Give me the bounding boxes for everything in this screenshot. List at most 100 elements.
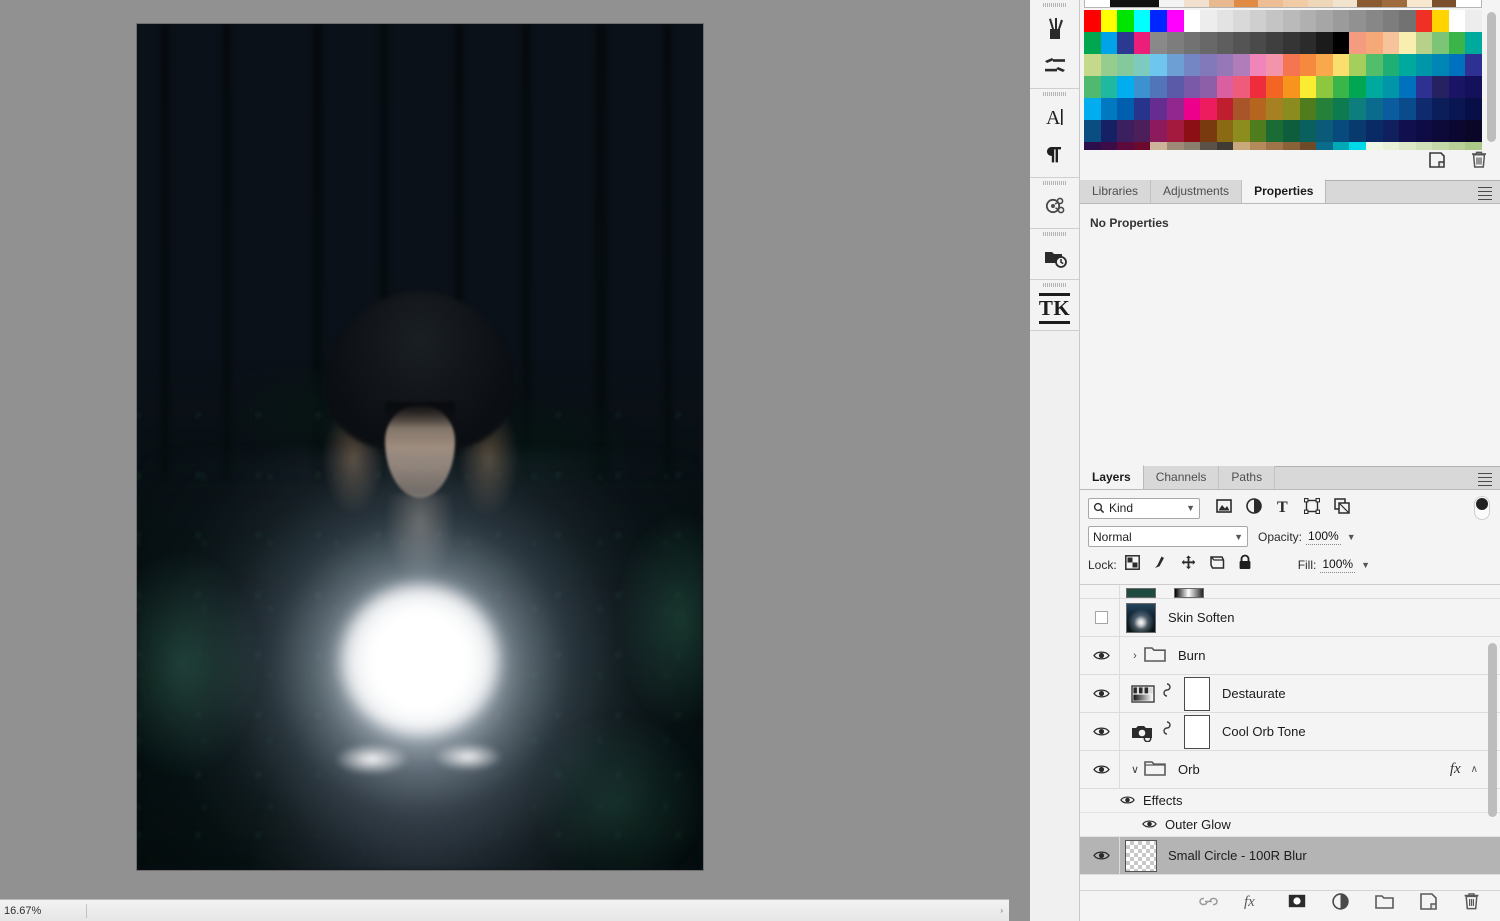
- swatch-cell[interactable]: [1183, 98, 1201, 120]
- swatch-cell[interactable]: [1233, 0, 1259, 7]
- swatch-cell[interactable]: [1415, 54, 1433, 76]
- swatch-cell[interactable]: [1084, 98, 1101, 120]
- list-item[interactable]: Effects: [1080, 789, 1500, 813]
- swatch-cell[interactable]: [1084, 54, 1101, 76]
- swatch-cell[interactable]: [1448, 76, 1466, 98]
- swatch-cell[interactable]: [1448, 142, 1466, 150]
- brush-settings-icon[interactable]: [1030, 47, 1079, 85]
- swatch-cell[interactable]: [1183, 142, 1201, 150]
- swatch-cell[interactable]: [1349, 142, 1366, 150]
- swatch-cell[interactable]: [1399, 76, 1416, 98]
- swatch-cell[interactable]: [1365, 76, 1383, 98]
- layer-filter-toggle[interactable]: [1474, 496, 1490, 520]
- brushes-icon[interactable]: [1030, 9, 1079, 47]
- table-row[interactable]: Cool Orb Tone: [1080, 713, 1500, 751]
- swatch-cell[interactable]: [1283, 32, 1300, 54]
- delete-layer-icon[interactable]: [1463, 892, 1480, 915]
- swatch-cell[interactable]: [1299, 10, 1317, 32]
- swatch-cell[interactable]: [1283, 142, 1300, 150]
- filter-smart-object-icon[interactable]: [1334, 497, 1350, 519]
- layer-visibility-toggle[interactable]: [1084, 675, 1120, 712]
- outer-glow-visibility-toggle[interactable]: [1142, 816, 1157, 834]
- swatch-cell[interactable]: [1150, 142, 1167, 150]
- swatch-cell[interactable]: [1465, 32, 1482, 54]
- layers-scrollbar[interactable]: [1488, 643, 1497, 817]
- swatch-cell[interactable]: [1216, 76, 1234, 98]
- swatch-cell[interactable]: [1166, 98, 1184, 120]
- status-expand-arrow[interactable]: ›: [1000, 906, 1003, 915]
- swatch-cell[interactable]: [1166, 54, 1184, 76]
- swatch-cell[interactable]: [1166, 120, 1184, 142]
- swatch-cell[interactable]: [1365, 142, 1383, 150]
- delete-swatch-icon[interactable]: [1470, 150, 1488, 174]
- swatch-cell[interactable]: [1200, 98, 1217, 120]
- swatch-cell[interactable]: [1465, 76, 1482, 98]
- swatch-cell[interactable]: [1316, 54, 1333, 76]
- tk-panel-icon[interactable]: TK: [1030, 289, 1079, 327]
- swatch-cell[interactable]: [1117, 98, 1134, 120]
- table-row[interactable]: Small Circle - 100R Blur: [1080, 837, 1500, 875]
- swatch-cell[interactable]: [1448, 98, 1466, 120]
- swatches-top-strip[interactable]: [1084, 0, 1482, 8]
- swatch-cell[interactable]: [1316, 98, 1333, 120]
- layer-visibility-toggle[interactable]: [1084, 713, 1120, 750]
- swatch-cell[interactable]: [1233, 54, 1250, 76]
- swatch-cell[interactable]: [1266, 32, 1283, 54]
- swatch-cell[interactable]: [1332, 32, 1350, 54]
- swatch-cell[interactable]: [1249, 76, 1267, 98]
- character-icon[interactable]: A: [1030, 98, 1079, 136]
- swatch-cell[interactable]: [1133, 98, 1151, 120]
- swatch-cell[interactable]: [1233, 142, 1250, 150]
- swatch-cell[interactable]: [1283, 0, 1308, 7]
- swatch-cell[interactable]: [1332, 120, 1350, 142]
- layer-thumbnail[interactable]: [1126, 588, 1156, 598]
- tab-layers[interactable]: Layers: [1080, 465, 1144, 489]
- swatch-cell[interactable]: [1200, 142, 1217, 150]
- swatch-cell[interactable]: [1233, 32, 1250, 54]
- swatch-cell[interactable]: [1465, 120, 1482, 142]
- filter-pixel-icon[interactable]: [1216, 498, 1232, 518]
- layer-visibility-toggle[interactable]: [1084, 637, 1120, 674]
- swatch-cell[interactable]: [1233, 120, 1250, 142]
- swatch-cell[interactable]: [1100, 32, 1118, 54]
- layer-mask-thumbnail[interactable]: [1184, 676, 1210, 711]
- layer-style-fx-icon[interactable]: fx: [1244, 892, 1262, 915]
- swatch-cell[interactable]: [1258, 0, 1283, 7]
- swatch-cell[interactable]: [1399, 142, 1416, 150]
- new-swatch-icon[interactable]: [1428, 151, 1446, 174]
- swatch-cell[interactable]: [1117, 76, 1134, 98]
- swatch-cell[interactable]: [1200, 32, 1217, 54]
- swatch-cell[interactable]: [1316, 142, 1333, 150]
- layer-name[interactable]: Skin Soften: [1168, 610, 1235, 625]
- new-group-icon[interactable]: [1375, 894, 1394, 914]
- layer-mask-thumbnail[interactable]: [1174, 588, 1204, 598]
- swatch-cell[interactable]: [1150, 76, 1167, 98]
- tab-properties[interactable]: Properties: [1242, 179, 1327, 203]
- swatch-cell[interactable]: [1084, 76, 1101, 98]
- swatch-cell[interactable]: [1448, 54, 1466, 76]
- swatch-cell[interactable]: [1382, 120, 1400, 142]
- swatch-cell[interactable]: [1283, 10, 1300, 32]
- swatch-cell[interactable]: [1465, 98, 1482, 120]
- swatch-cell[interactable]: [1365, 98, 1383, 120]
- swatch-cell[interactable]: [1332, 10, 1350, 32]
- swatch-cell[interactable]: [1183, 10, 1201, 32]
- dock-grip[interactable]: [1030, 89, 1079, 98]
- layer-visibility-toggle[interactable]: [1084, 837, 1120, 874]
- swatch-cell[interactable]: [1233, 98, 1250, 120]
- filter-shape-icon[interactable]: [1303, 497, 1321, 519]
- table-row[interactable]: ∨ Orb fx ∧: [1080, 751, 1500, 789]
- swatch-cell[interactable]: [1349, 32, 1366, 54]
- swatch-cell[interactable]: [1216, 120, 1234, 142]
- swatch-cell[interactable]: [1166, 10, 1184, 32]
- swatch-cell[interactable]: [1382, 10, 1400, 32]
- history-icon[interactable]: [1030, 238, 1079, 276]
- swatch-cell[interactable]: [1357, 0, 1382, 7]
- swatch-cell[interactable]: [1133, 142, 1151, 150]
- swatch-cell[interactable]: [1283, 54, 1300, 76]
- swatch-cell[interactable]: [1299, 142, 1317, 150]
- group-disclosure-collapsed-icon[interactable]: ›: [1128, 650, 1142, 662]
- swatch-cell[interactable]: [1249, 32, 1267, 54]
- swatch-cell[interactable]: [1184, 0, 1209, 7]
- swatch-cell[interactable]: [1456, 0, 1481, 7]
